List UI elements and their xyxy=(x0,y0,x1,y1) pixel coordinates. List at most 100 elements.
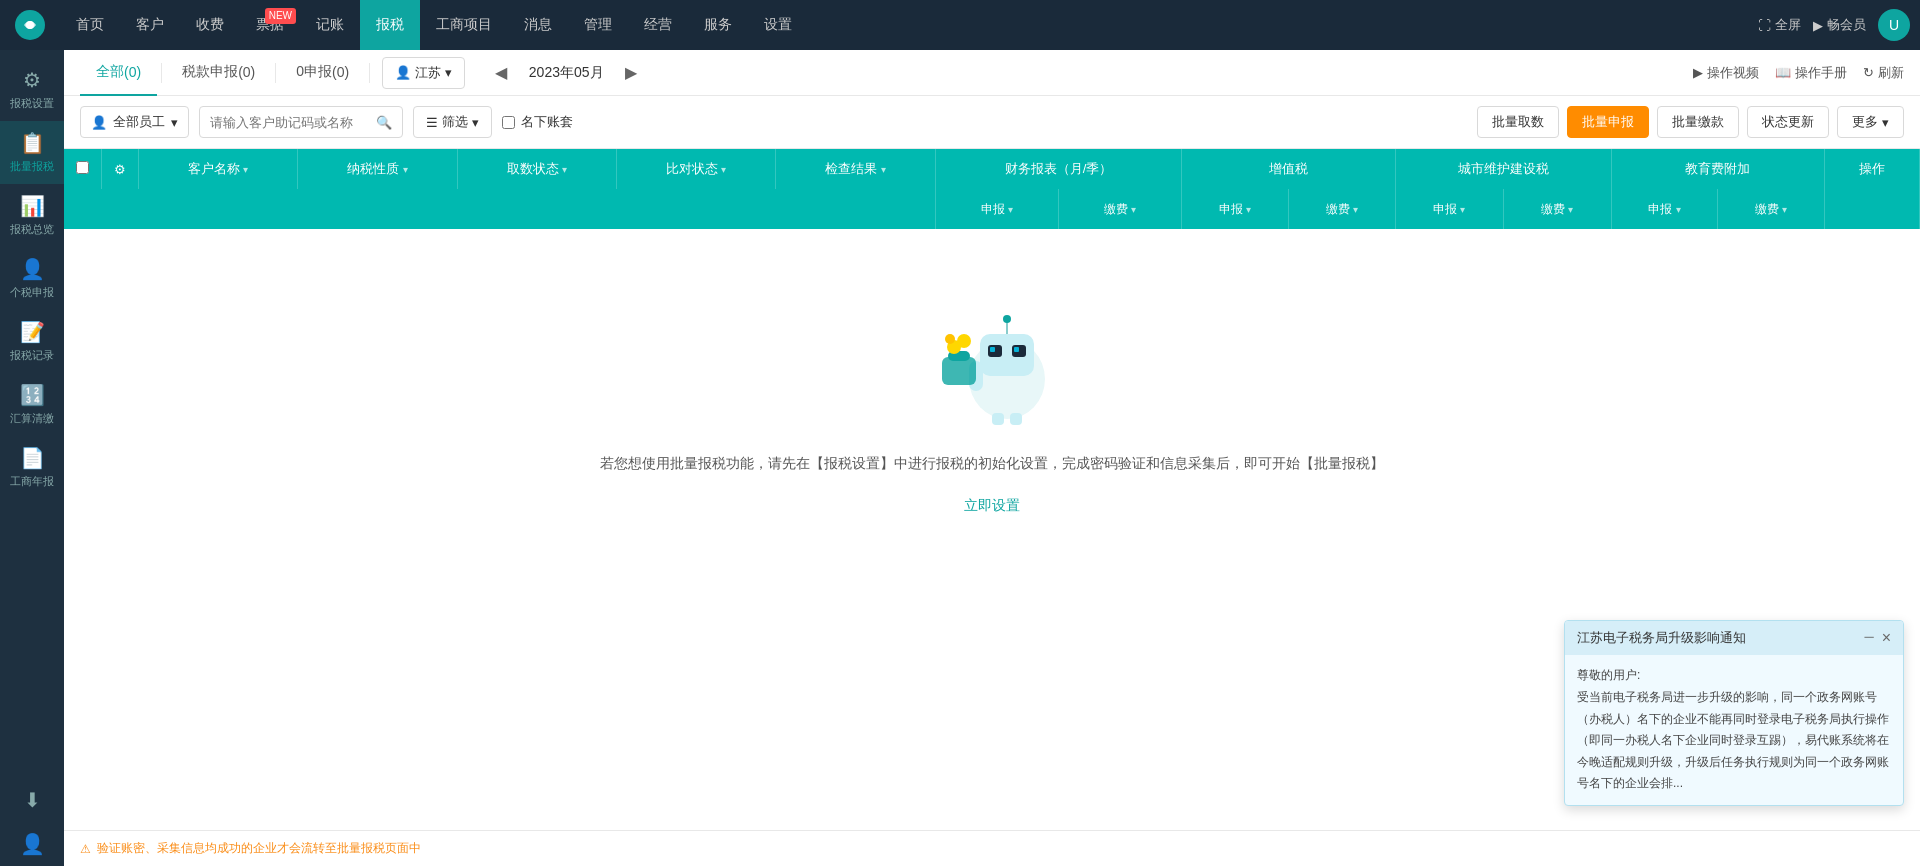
tax-type-filter-icon[interactable]: ▾ xyxy=(403,164,408,175)
notification-header: 江苏电子税务局升级影响通知 ─ × xyxy=(1565,621,1903,655)
more-button[interactable]: 更多 ▾ xyxy=(1837,106,1904,138)
client-filter-icon[interactable]: ▾ xyxy=(243,164,248,175)
tab-divider-3 xyxy=(369,63,370,83)
nav-settings[interactable]: 设置 xyxy=(748,0,808,50)
nav-menu: 首页 客户 收费 票据 NEW 记账 报税 工商项目 消息 管理 经营 服务 设… xyxy=(60,0,1758,50)
accounts-checkbox[interactable] xyxy=(502,116,515,129)
search-input[interactable] xyxy=(210,115,370,130)
region-selector[interactable]: 👤 江苏 ▾ xyxy=(382,57,465,89)
notification-minimize-button[interactable]: ─ xyxy=(1864,629,1873,647)
tax-overview-icon: 📊 xyxy=(20,194,45,218)
current-month: 2023年05月 xyxy=(521,64,611,82)
batch-fetch-button[interactable]: 批量取数 xyxy=(1477,106,1559,138)
nav-biz[interactable]: 工商项目 xyxy=(420,0,508,50)
fullscreen-icon: ⛶ xyxy=(1758,18,1771,33)
operation-video-btn[interactable]: ▶ 操作视频 xyxy=(1693,64,1759,82)
city-pay-filter-icon[interactable]: ▾ xyxy=(1568,204,1573,215)
setup-link[interactable]: 立即设置 xyxy=(964,497,1020,515)
annual-report-icon: 📄 xyxy=(20,446,45,470)
svg-point-9 xyxy=(1003,315,1011,323)
th-fetch-status: 取数状态 ▾ xyxy=(457,149,616,189)
nav-home[interactable]: 首页 xyxy=(60,0,120,50)
membership-btn[interactable]: ▶ 畅会员 xyxy=(1813,16,1866,34)
vat-declare-filter-icon[interactable]: ▾ xyxy=(1246,204,1251,215)
toolbar-right: 批量取数 批量申报 批量缴款 状态更新 更多 ▾ xyxy=(1477,106,1904,138)
nav-tax[interactable]: 报税 xyxy=(360,0,420,50)
compare-filter-icon[interactable]: ▾ xyxy=(721,164,726,175)
nav-accounting[interactable]: 记账 xyxy=(300,0,360,50)
nav-fee[interactable]: 收费 xyxy=(180,0,240,50)
svg-rect-17 xyxy=(1010,413,1022,425)
check-filter-icon[interactable]: ▾ xyxy=(881,164,886,175)
new-badge: NEW xyxy=(265,8,296,24)
batch-declare-button[interactable]: 批量申报 xyxy=(1567,106,1649,138)
edu-pay-filter-icon[interactable]: ▾ xyxy=(1782,204,1787,215)
fetch-filter-icon[interactable]: ▾ xyxy=(562,164,567,175)
filter-chevron-icon: ▾ xyxy=(472,115,479,130)
th-vat-group: 增值税 xyxy=(1182,149,1395,189)
fullscreen-btn[interactable]: ⛶ 全屏 xyxy=(1758,16,1801,34)
status-update-button[interactable]: 状态更新 xyxy=(1747,106,1829,138)
refresh-icon: ↻ xyxy=(1863,65,1874,80)
svg-rect-7 xyxy=(1014,347,1019,352)
filter-button[interactable]: ☰ 筛选 ▾ xyxy=(413,106,492,138)
sidebar-item-user[interactable]: 👤 xyxy=(16,822,49,866)
th-spacer xyxy=(64,189,935,229)
batch-tax-icon: 📋 xyxy=(20,131,45,155)
th-vat-declare: 申报 ▾ xyxy=(1182,189,1289,229)
refresh-btn[interactable]: ↻ 刷新 xyxy=(1863,64,1904,82)
notification-title: 江苏电子税务局升级影响通知 xyxy=(1577,629,1746,647)
sidebar-item-annual-report[interactable]: 📄 工商年报 xyxy=(0,436,64,499)
edu-declare-filter-icon[interactable]: ▾ xyxy=(1676,204,1681,215)
nav-operation[interactable]: 经营 xyxy=(628,0,688,50)
nav-service[interactable]: 服务 xyxy=(688,0,748,50)
th-tax-type: 纳税性质 ▾ xyxy=(298,149,457,189)
finance-pay-filter-icon[interactable]: ▾ xyxy=(1131,204,1136,215)
empty-message: 若您想使用批量报税功能，请先在【报税设置】中进行报税的初始化设置，完成密码验证和… xyxy=(600,449,1384,477)
search-button[interactable]: 🔍 xyxy=(376,115,392,130)
month-navigator: ◀ 2023年05月 ▶ xyxy=(489,61,643,85)
sidebar-item-settlement[interactable]: 🔢 汇算清缴 xyxy=(0,373,64,436)
tab-zero-declare[interactable]: 0申报 (0) xyxy=(280,50,365,96)
operation-manual-btn[interactable]: 📖 操作手册 xyxy=(1775,64,1847,82)
svg-point-14 xyxy=(957,334,971,348)
finance-declare-filter-icon[interactable]: ▾ xyxy=(1008,204,1013,215)
employee-selector[interactable]: 👤 全部员工 ▾ xyxy=(80,106,189,138)
svg-point-15 xyxy=(945,334,955,344)
app-logo[interactable] xyxy=(10,5,50,45)
tabs-row-right: ▶ 操作视频 📖 操作手册 ↻ 刷新 xyxy=(1693,64,1904,82)
batch-pay-button[interactable]: 批量缴款 xyxy=(1657,106,1739,138)
th-edu-pay: 缴费 ▾ xyxy=(1718,189,1825,229)
sidebar-item-download[interactable]: ⬇ xyxy=(16,778,49,822)
warning-icon: ⚠ xyxy=(80,842,91,856)
sidebar-item-batch-tax[interactable]: 📋 批量报税 xyxy=(0,121,64,184)
nav-manage[interactable]: 管理 xyxy=(568,0,628,50)
nav-invoice[interactable]: 票据 NEW xyxy=(240,0,300,50)
sidebar-item-tax-settings[interactable]: ⚙ 报税设置 xyxy=(0,58,64,121)
sidebar-item-tax-overview[interactable]: 📊 报税总览 xyxy=(0,184,64,247)
sidebar-item-tax-records[interactable]: 📝 报税记录 xyxy=(0,310,64,373)
user-avatar[interactable]: U xyxy=(1878,9,1910,41)
svg-point-1 xyxy=(26,21,34,29)
th-operation-sub xyxy=(1825,189,1920,229)
sidebar-item-personal-tax[interactable]: 👤 个税申报 xyxy=(0,247,64,310)
vat-pay-filter-icon[interactable]: ▾ xyxy=(1353,204,1358,215)
empty-state: 若您想使用批量报税功能，请先在【报税设置】中进行报税的初始化设置，完成密码验证和… xyxy=(64,229,1920,575)
tab-tax-declare[interactable]: 税款申报 (0) xyxy=(166,50,271,96)
next-month-button[interactable]: ▶ xyxy=(619,61,643,85)
notification-panel: 江苏电子税务局升级影响通知 ─ × 尊敬的用户: 受当前电子税务局进一步升级的影… xyxy=(1564,620,1904,806)
region-icon: 👤 xyxy=(395,65,411,80)
prev-month-button[interactable]: ◀ xyxy=(489,61,513,85)
nav-message[interactable]: 消息 xyxy=(508,0,568,50)
city-declare-filter-icon[interactable]: ▾ xyxy=(1460,204,1465,215)
th-compare-status: 比对状态 ▾ xyxy=(616,149,775,189)
tab-all[interactable]: 全部 (0) xyxy=(80,50,157,96)
select-all-checkbox[interactable] xyxy=(76,161,89,174)
svg-rect-3 xyxy=(980,334,1034,376)
accounts-checkbox-label[interactable]: 名下账套 xyxy=(502,113,573,131)
sidebar: ⚙ 报税设置 📋 批量报税 📊 报税总览 👤 个税申报 📝 报税记录 🔢 汇算清… xyxy=(0,50,64,866)
nav-customer[interactable]: 客户 xyxy=(120,0,180,50)
th-finance-declare: 申报 ▾ xyxy=(935,189,1058,229)
notification-close-button[interactable]: × xyxy=(1882,629,1891,647)
more-chevron-icon: ▾ xyxy=(1882,115,1889,130)
